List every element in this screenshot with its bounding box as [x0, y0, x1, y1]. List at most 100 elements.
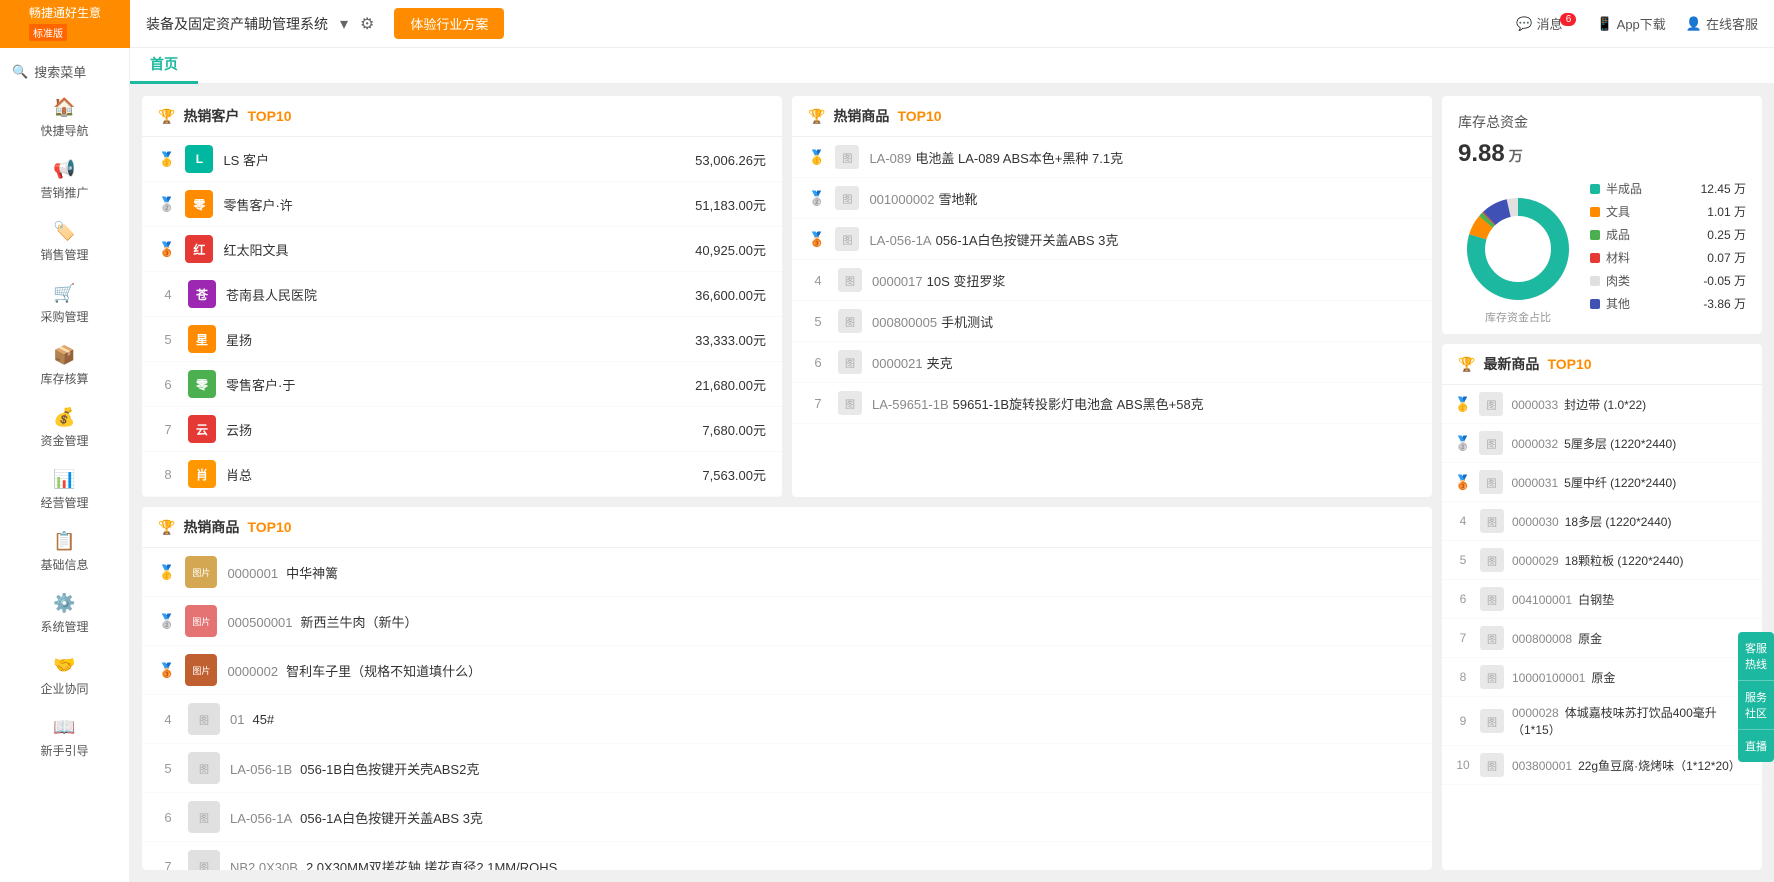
basics-icon: 📋 [53, 531, 75, 552]
legend-item: 肉类 -0.05 万 [1590, 272, 1746, 289]
product-thumb: 图 [838, 350, 862, 374]
sidebar-item-sales[interactable]: 🏷️ 销售管理 [0, 211, 129, 273]
selling-products-list: 🥇 图片 0000001中华神篱 🥈 图片 000500001新西兰牛肉（新牛）… [142, 548, 1432, 870]
customers-list: 🥇 L LS 客户 53,006.26元 🥈 零 零售客户·许 51,183.0… [142, 137, 782, 497]
cs-community-btn[interactable]: 服务社区 [1738, 681, 1774, 730]
dropdown-icon[interactable]: ▾ [340, 14, 348, 34]
product-thumb: 图 [838, 309, 862, 333]
search-icon: 🔍 [12, 64, 28, 80]
sales-icon: 🏷️ [53, 221, 75, 242]
purchase-icon: 🛒 [53, 283, 75, 304]
logo-text: 畅捷通好生意 [29, 6, 101, 22]
legend-dot [1590, 207, 1600, 217]
hot-customers-card: 🏆 热销客户 TOP10 🥇 L LS 客户 53,006.26元 [142, 96, 782, 497]
main-content: 🏆 热销客户 TOP10 🥇 L LS 客户 53,006.26元 [130, 84, 1774, 882]
trophy3-icon: 🏆 [158, 519, 175, 536]
list-item: 4 苍 苍南县人民医院 36,600.00元 [142, 272, 782, 317]
legend-dot [1590, 299, 1600, 309]
list-item: 4 图 000001710S 变扭罗浆 [792, 260, 1432, 301]
list-item: 6 图 004100001白钢垫 [1442, 580, 1762, 619]
sidebar-item-system[interactable]: ⚙️ 系统管理 [0, 583, 129, 645]
service-icon: 👤 [1686, 16, 1702, 32]
new-products-card: 🏆 最新商品 TOP10 🥇 图 0000033封边带 (1.0*22) 🥈 图 [1442, 344, 1762, 870]
legend-dot [1590, 253, 1600, 263]
new-products-list: 🥇 图 0000033封边带 (1.0*22) 🥈 图 00000325厘多层 … [1442, 385, 1762, 785]
inventory-total: 9.88万 [1458, 140, 1746, 168]
cs-live-btn[interactable]: 直播 [1738, 730, 1774, 762]
list-item: 6 图 LA-056-1A056-1A白色按键开关盖ABS 3克 [142, 793, 1432, 842]
new-products-header: 🏆 最新商品 TOP10 [1442, 344, 1762, 385]
product-thumb: 图 [188, 850, 220, 870]
list-item: 🥇 L LS 客户 53,006.26元 [142, 137, 782, 182]
legend-dot [1590, 230, 1600, 240]
list-item: 🥈 零 零售客户·许 51,183.00元 [142, 182, 782, 227]
list-item: 8 图 10000100001原金 [1442, 658, 1762, 697]
legend-dot [1590, 184, 1600, 194]
list-item: 5 星 星扬 33,333.00元 [142, 317, 782, 362]
product-thumb: 图 [1480, 753, 1504, 777]
legend-item: 成品 0.25 万 [1590, 226, 1746, 243]
product-thumb: 图 [1480, 587, 1504, 611]
list-item: 🥈 图 001000002雪地靴 [792, 178, 1432, 219]
list-item: 9 图 0000028体城嘉枝味苏打饮品400毫升（1*15） [1442, 697, 1762, 746]
product-thumb: 图 [1480, 709, 1504, 733]
right-panel: 库存总资金 9.88万 [1442, 96, 1762, 870]
product-thumb: 图 [835, 145, 859, 169]
avatar: 云 [188, 415, 216, 443]
avatar: 零 [188, 370, 216, 398]
list-item: 7 图 000800008原金 [1442, 619, 1762, 658]
product-thumb: 图 [1480, 548, 1504, 572]
list-item: 6 图 0000021夹克 [792, 342, 1432, 383]
legend-item: 其他 -3.86 万 [1590, 295, 1746, 312]
sidebar-item-finance[interactable]: 💰 资金管理 [0, 397, 129, 459]
app-download-btn[interactable]: 📱 App下载 [1596, 14, 1665, 33]
sidebar-item-operation[interactable]: 📊 经营管理 [0, 459, 129, 521]
notification-icon: 💬 [1516, 16, 1532, 32]
product-thumb: 图 [188, 703, 220, 735]
top-row: 🏆 热销客户 TOP10 🥇 L LS 客户 53,006.26元 [142, 96, 1432, 497]
list-item: 7 云 云扬 7,680.00元 [142, 407, 782, 452]
system-icon: ⚙️ [53, 593, 75, 614]
list-item: 7 图 NB2.0X30B2.0X30MM双搓花轴.搓花直径2.1MM/ROHS [142, 842, 1432, 870]
list-item: 8 肖 肖总 7,563.00元 [142, 452, 782, 497]
sidebar-item-marketing[interactable]: 📢 营销推广 [0, 149, 129, 211]
sidebar-search[interactable]: 🔍 搜索菜单 [0, 56, 129, 87]
sidebar-item-guide[interactable]: 📖 新手引导 [0, 707, 129, 769]
product-thumb: 图 [1480, 509, 1504, 533]
tab-home[interactable]: 首页 [130, 48, 198, 84]
product-thumb: 图 [1479, 470, 1503, 494]
sidebar-item-quick-nav[interactable]: 🏠 快捷导航 [0, 87, 129, 149]
online-service-btn[interactable]: 👤 在线客服 [1686, 14, 1758, 33]
hot-products-right-card: 🏆 热销商品 TOP10 🥇 图 LA-089电池盖 LA-089 ABS本色+… [792, 96, 1432, 497]
list-item: 🥉 图片 0000002智利车子里（规格不知道填什么） [142, 646, 1432, 695]
avatar: 零 [185, 190, 213, 218]
phone-icon: 📱 [1596, 16, 1612, 32]
gear-icon[interactable]: ⚙ [360, 14, 374, 34]
list-item: 7 图 LA-59651-1B59651-1B旋转投影灯电池盒 ABS黑色+58… [792, 383, 1432, 424]
sidebar-item-purchase[interactable]: 🛒 采购管理 [0, 273, 129, 335]
list-item: 🥈 图 00000325厘多层 (1220*2440) [1442, 424, 1762, 463]
product-thumb: 图片 [185, 605, 217, 637]
product-thumb: 图片 [185, 556, 217, 588]
hot-selling-header: 🏆 热销商品 TOP10 [142, 507, 1432, 548]
notifications-count: 6 [1560, 13, 1576, 26]
trial-button[interactable]: 体验行业方案 [394, 8, 504, 39]
notifications-btn[interactable]: 💬 消息 6 [1516, 14, 1576, 33]
inventory-card: 库存总资金 9.88万 [1442, 96, 1762, 334]
chart-label: 库存资金占比 [1485, 309, 1551, 325]
sidebar-item-basics[interactable]: 📋 基础信息 [0, 521, 129, 583]
inventory-icon: 📦 [53, 345, 75, 366]
sidebar-item-coop[interactable]: 🤝 企业协同 [0, 645, 129, 707]
sidebar: 🔍 搜索菜单 🏠 快捷导航 📢 营销推广 🏷️ 销售管理 🛒 采购管理 📦 库存… [0, 48, 130, 882]
hot-products-right-header: 🏆 热销商品 TOP10 [792, 96, 1432, 137]
legend-item: 材料 0.07 万 [1590, 249, 1746, 266]
finance-icon: 💰 [53, 407, 75, 428]
sidebar-item-inventory[interactable]: 📦 库存核算 [0, 335, 129, 397]
medal-1-icon: 🥇 [158, 151, 175, 168]
cs-hotline-btn[interactable]: 客服热线 [1738, 632, 1774, 681]
list-item: 🥉 图 00000315厘中纤 (1220*2440) [1442, 463, 1762, 502]
chart-area: 库存资金占比 半成品 12.45 万 文具 1.01 万 [1458, 180, 1746, 318]
list-item: 🥇 图 0000033封边带 (1.0*22) [1442, 385, 1762, 424]
avatar: 肖 [188, 460, 216, 488]
medal-2-icon: 🥈 [158, 196, 175, 213]
